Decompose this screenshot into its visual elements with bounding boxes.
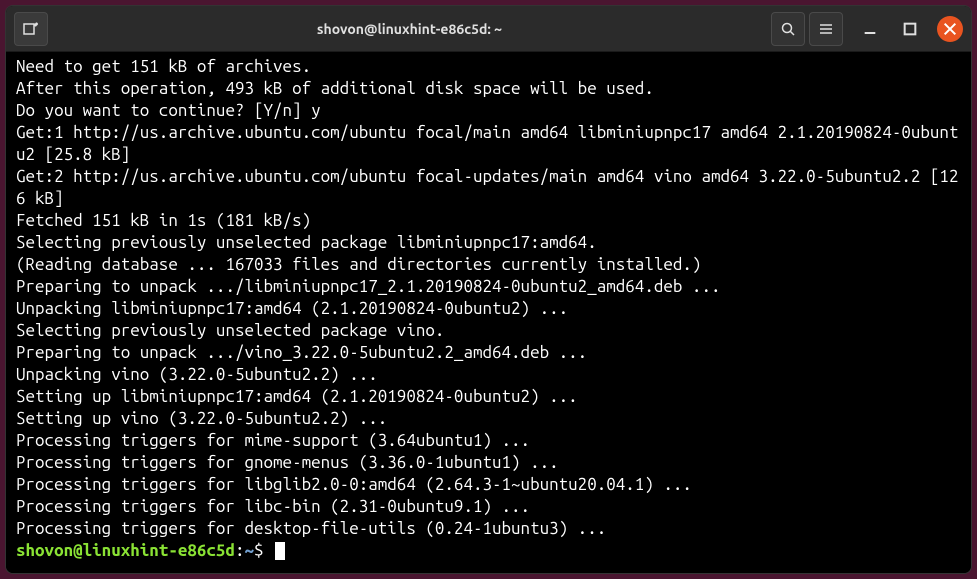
minimize-button[interactable] [857, 16, 883, 42]
maximize-button[interactable] [897, 16, 923, 42]
titlebar-right [771, 12, 963, 46]
menu-button[interactable] [809, 12, 843, 46]
window-title: shovon@linuxhint-e86c5d: ~ [48, 21, 771, 37]
terminal-window: shovon@linuxhint-e86c5d: ~ [5, 5, 972, 574]
new-tab-button[interactable] [14, 12, 48, 46]
minimize-icon [862, 21, 878, 37]
terminal-output: Need to get 151 kB of archives. After th… [16, 57, 958, 538]
cursor [275, 542, 285, 560]
prompt-colon: : [235, 541, 245, 560]
prompt-dollar: $ [254, 541, 264, 560]
close-button[interactable] [937, 16, 963, 42]
titlebar-left [14, 12, 48, 46]
titlebar: shovon@linuxhint-e86c5d: ~ [6, 6, 971, 52]
prompt-path: ~ [245, 541, 255, 560]
terminal-body[interactable]: Need to get 151 kB of archives. After th… [6, 52, 971, 573]
close-icon [942, 21, 958, 37]
hamburger-icon [818, 21, 834, 37]
search-icon [780, 21, 796, 37]
new-tab-icon [23, 21, 39, 37]
search-button[interactable] [771, 12, 805, 46]
maximize-icon [902, 21, 918, 37]
prompt-user-host: shovon@linuxhint-e86c5d [16, 541, 235, 560]
